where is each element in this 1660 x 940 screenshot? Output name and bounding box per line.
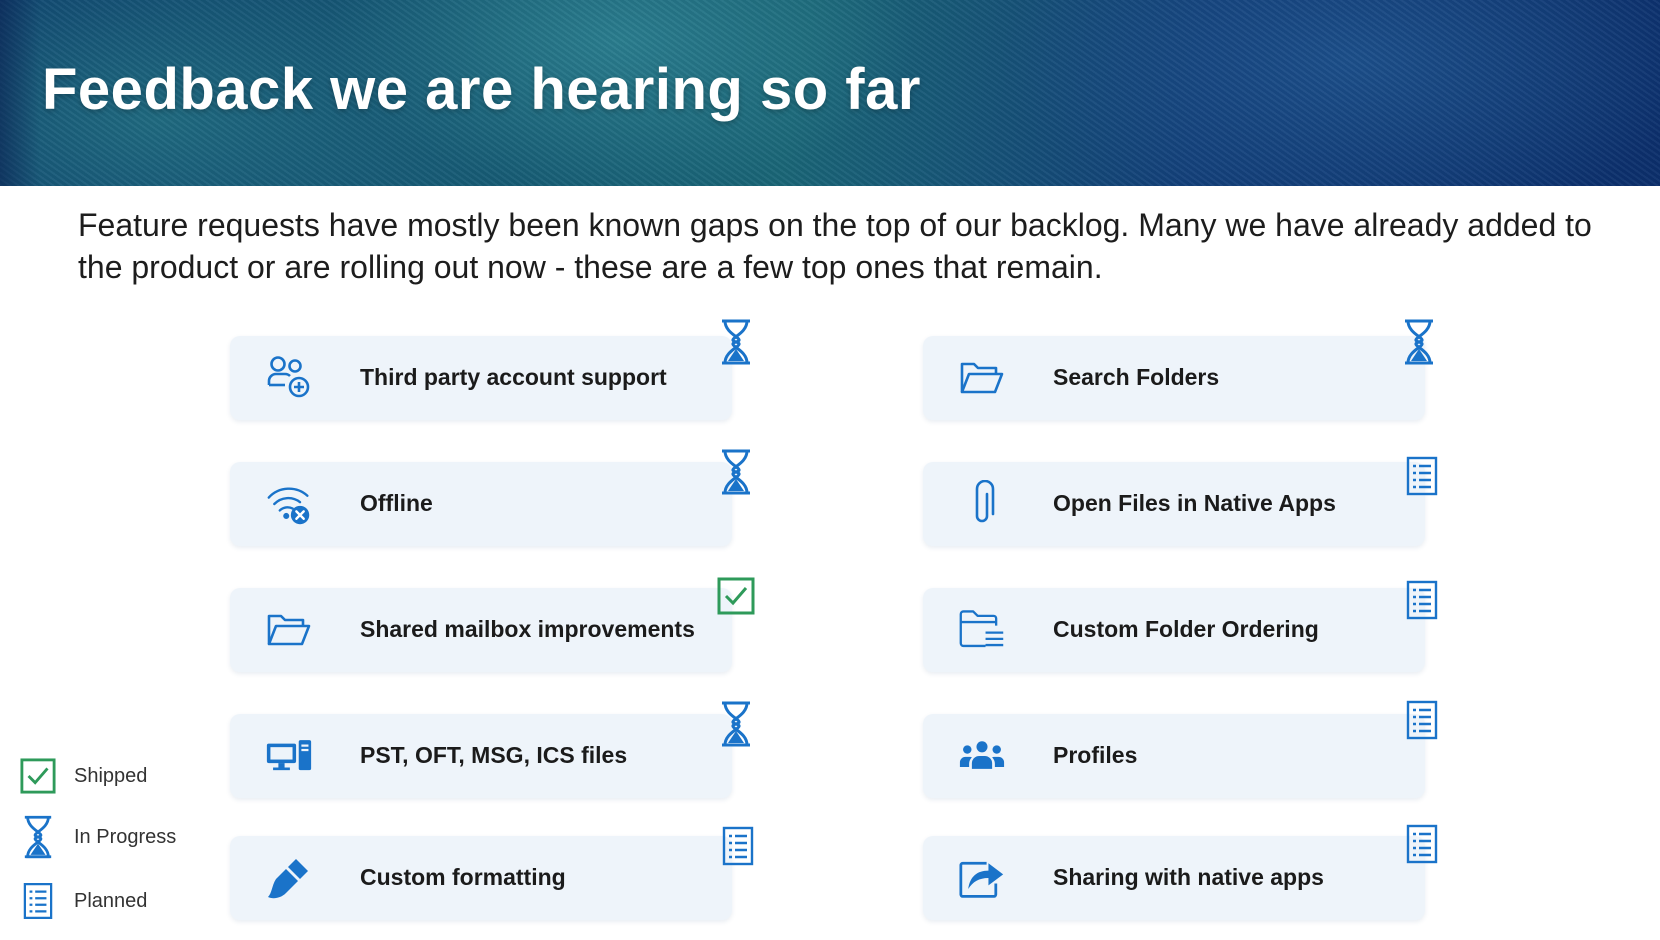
hourglass-icon xyxy=(18,815,58,859)
feature-label: Profiles xyxy=(1053,742,1138,768)
legend-label: In Progress xyxy=(74,826,177,848)
hourglass-icon xyxy=(716,318,756,366)
intro-text: Feature requests have mostly been known … xyxy=(78,207,1592,285)
feature-card-profiles: Profiles xyxy=(923,714,1425,798)
legend-label: Shipped xyxy=(74,765,148,787)
feature-label: Custom Folder Ordering xyxy=(1053,616,1319,642)
add-account-icon xyxy=(266,356,312,400)
wifi-off-icon xyxy=(266,482,312,526)
feature-label: Third party account support xyxy=(360,364,667,390)
checkbox-icon xyxy=(18,754,58,798)
feature-label: Custom formatting xyxy=(360,864,566,890)
folder-icon xyxy=(959,356,1005,400)
legend-label: Planned xyxy=(74,890,148,912)
share-icon xyxy=(959,856,1005,900)
feature-card-third-party-account-support: Third party account support xyxy=(230,336,732,420)
feature-card-shared-mailbox-improvements: Shared mailbox improvements xyxy=(230,588,732,672)
computer-icon xyxy=(266,734,312,778)
feature-card-sharing-with-native-apps: Sharing with native apps xyxy=(923,836,1425,920)
hourglass-icon xyxy=(1399,318,1439,366)
feature-label: Shared mailbox improvements xyxy=(360,616,695,642)
people-icon xyxy=(959,734,1005,778)
feature-label: Open Files in Native Apps xyxy=(1053,490,1336,516)
checkbox-icon xyxy=(716,572,756,620)
feature-label: Sharing with native apps xyxy=(1053,864,1324,890)
hourglass-icon xyxy=(716,448,756,496)
feature-card-open-files-in-native-apps: Open Files in Native Apps xyxy=(923,462,1425,546)
hourglass-icon xyxy=(716,700,756,748)
list-icon xyxy=(1402,696,1442,744)
feature-label: Search Folders xyxy=(1053,364,1220,390)
page-title: Feedback we are hearing so far xyxy=(42,57,921,122)
feature-label: Offline xyxy=(360,490,433,516)
feature-card-custom-folder-ordering: Custom Folder Ordering xyxy=(923,588,1425,672)
feature-card-offline: Offline xyxy=(230,462,732,546)
list-icon xyxy=(18,879,58,923)
feature-card-search-folders: Search Folders xyxy=(923,336,1425,420)
brush-icon xyxy=(266,856,312,900)
feature-card-custom-formatting: Custom formatting xyxy=(230,836,732,920)
list-icon xyxy=(1402,576,1442,624)
list-icon xyxy=(718,822,758,870)
list-icon xyxy=(1402,820,1442,868)
folder-icon xyxy=(266,608,312,652)
feature-label: PST, OFT, MSG, ICS files xyxy=(360,742,628,768)
list-icon xyxy=(1402,452,1442,500)
folder-list-icon xyxy=(959,608,1005,652)
paperclip-icon xyxy=(959,480,1005,526)
feature-card-pst-oft-msg-ics-files: PST, OFT, MSG, ICS files xyxy=(230,714,732,798)
